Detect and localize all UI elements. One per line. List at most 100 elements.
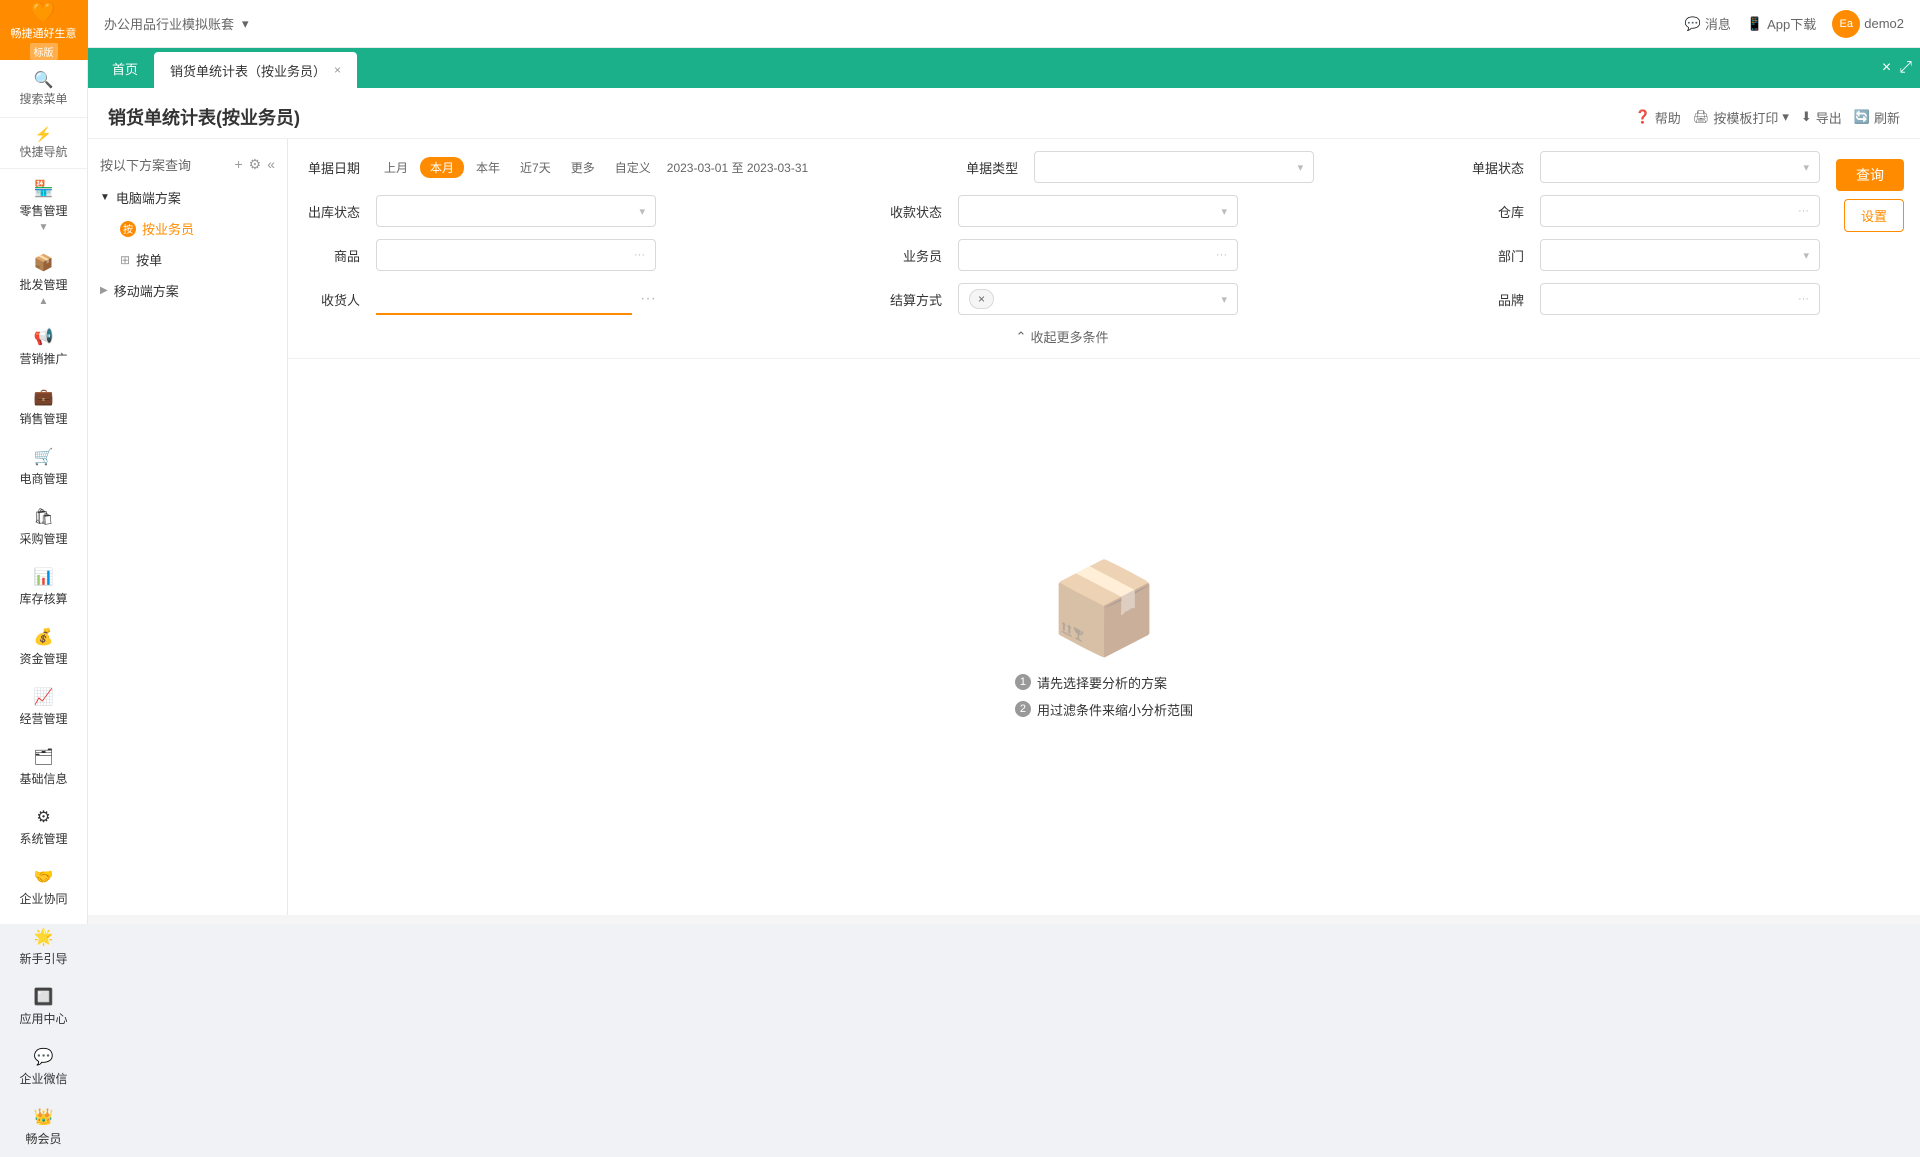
sidebar-item-appcenter[interactable]: 🔲 应用中心 [0,977,87,1037]
member-icon: 👑 [34,1107,54,1127]
filter-right-btns: 查询 设置 [1820,151,1904,346]
settlement-label: 结算方式 [886,290,942,309]
sidebar: 🧡 畅捷通好生意 标版 🔍 搜索菜单 ⚡ 快捷导航 🏪 零售管理 ▼ 📦 批发管… [0,0,88,924]
date-btn-last-month[interactable]: 上月 [376,157,416,178]
tabbar-right: × ⤢ [1882,59,1912,77]
help-btn[interactable]: ❓ 帮助 [1635,108,1681,127]
sidebar-item-operation[interactable]: 📈 经营管理 [0,677,87,737]
app-download-btn[interactable]: 📱 App下载 [1747,14,1816,33]
receiver-input[interactable] [376,283,632,315]
goods-select[interactable]: ··· [376,239,656,271]
message-btn[interactable]: 💬 消息 [1685,14,1731,33]
appcenter-icon: 🔲 [34,987,54,1007]
collapse-icon: ⌃ [1016,329,1027,345]
window-maximize-btn[interactable]: ⤢ [1899,59,1912,77]
add-scheme-btn[interactable]: + [234,156,242,173]
sidebar-item-member[interactable]: 👑 畅会员 [0,1097,87,1157]
help-label: 帮助 [1655,108,1681,127]
dept-arrow: ▾ [1803,249,1809,262]
date-btn-this-year[interactable]: 本年 [468,157,508,178]
user-menu[interactable]: Ea demo2 [1832,10,1904,38]
logo-sub: 标版 [30,43,58,60]
date-btn-this-month[interactable]: 本月 [420,157,464,178]
sidebar-item-sales[interactable]: 💼 销售管理 [0,377,87,437]
wholesale-icon: 📦 [34,253,54,273]
receive-status-label: 收款状态 [886,202,942,221]
left-panel: 按以下方案查询 + ⚙ « ▼ 电脑端方案 [88,139,288,915]
scheme-by-order[interactable]: ⊞ 按单 [88,244,287,275]
tab-home-label: 首页 [112,59,138,78]
receiver-col: ··· [376,283,656,315]
filter-row-2: 出库状态 ▾ 收款状态 [304,195,1820,227]
type-select[interactable]: ▾ [1034,151,1314,183]
collapse-scheme-btn[interactable]: « [267,156,275,173]
status-arrow: ▾ [1803,161,1809,174]
empty-illustration: 📦 [1048,556,1160,661]
settings-scheme-btn[interactable]: ⚙ [249,156,262,173]
dept-select[interactable]: ▾ [1540,239,1820,271]
print-arrow: ▾ [1782,109,1789,125]
refresh-label: 刷新 [1874,108,1900,127]
settlement-select[interactable]: × ▾ [958,283,1238,315]
left-panel-icons: + ⚙ « [234,156,275,173]
tab-active[interactable]: 销货单统计表（按业务员） × [154,52,357,88]
breadcrumb-arrow: ▾ [242,16,249,32]
query-btn[interactable]: 查询 [1836,159,1904,191]
scheme-mobile[interactable]: ▶ 移动端方案 [88,275,287,306]
wechat-icon: 💬 [34,1047,54,1067]
warehouse-select[interactable]: ··· [1540,195,1820,227]
retail-icon: 🏪 [34,179,54,199]
receiver-dots[interactable]: ··· [640,290,656,308]
scheme-by-salesman[interactable]: 按 按业务员 [88,213,287,244]
refresh-btn[interactable]: 🔄 刷新 [1854,108,1900,127]
status-select[interactable]: ▾ [1540,151,1820,183]
salesman-select[interactable]: ··· [958,239,1238,271]
settlement-tag-close[interactable]: × [978,292,985,306]
date-btn-more[interactable]: 更多 [563,157,603,178]
sidebar-item-system[interactable]: ⚙ 系统管理 [0,797,87,857]
sidebar-item-wechat[interactable]: 💬 企业微信 [0,1037,87,1097]
breadcrumb-text: 办公用品行业模拟账套 [104,14,234,33]
sidebar-item-ecom[interactable]: 🛒 电商管理 [0,437,87,497]
tab-close-btn[interactable]: × [334,63,341,77]
sidebar-item-marketing[interactable]: 📢 营销推广 [0,317,87,377]
expand-arrow-pc: ▼ [100,192,110,203]
empty-steps: 1 请先选择要分析的方案 2 用过滤条件来缩小分析范围 [1015,673,1193,719]
receive-status-select[interactable]: ▾ [958,195,1238,227]
enterprise-icon: 🤝 [34,867,54,887]
sidebar-shortcut[interactable]: ⚡ 快捷导航 [0,118,87,169]
topbar-right: 💬 消息 📱 App下载 Ea demo2 [1685,10,1904,38]
newuser-icon: 🌟 [34,927,54,947]
sidebar-search[interactable]: 🔍 搜索菜单 [0,60,87,118]
sidebar-item-inventory[interactable]: 📊 库存核算 [0,557,87,617]
sidebar-item-wholesale[interactable]: 📦 批发管理 ▲ [0,243,87,317]
tab-home[interactable]: 首页 [96,48,154,88]
basic-label: 基础信息 [19,770,67,787]
date-btn-custom[interactable]: 自定义 [607,157,659,178]
salesman-dots: ··· [1216,249,1227,261]
export-btn[interactable]: ⬇ 导出 [1801,108,1842,127]
sidebar-item-basic[interactable]: 🗂 基础信息 [0,737,87,797]
wechat-label: 企业微信 [19,1070,67,1087]
settlement-tag: × [969,289,994,309]
collapse-btn[interactable]: ⌃ 收起更多条件 [304,327,1820,346]
sidebar-item-enterprise[interactable]: 🤝 企业协同 [0,857,87,917]
brand-select[interactable]: ··· [1540,283,1820,315]
date-btns: 上月 本月 本年 近7天 更多 自定义 2023-03-01 至 2023-03… [376,157,808,178]
window-close-btn[interactable]: × [1882,59,1891,77]
warehouse-dots: ··· [1798,205,1809,217]
date-btn-7days[interactable]: 近7天 [512,157,559,178]
sidebar-item-finance[interactable]: 💰 资金管理 [0,617,87,677]
type-label: 单据类型 [962,158,1018,177]
date-label: 单据日期 [304,158,360,177]
print-btn[interactable]: 🖨 按模板打印 ▾ [1693,108,1789,127]
sidebar-item-newuser[interactable]: 🌟 新手引导 [0,917,87,977]
empty-state: 📦 1 请先选择要分析的方案 2 用过滤条件来缩小分析范围 [288,359,1920,915]
logo-text: 畅捷通好生意 [11,27,77,41]
sidebar-item-purchase[interactable]: 🛍 采购管理 [0,497,87,557]
scheme-pc[interactable]: ▼ 电脑端方案 [88,182,287,213]
marketing-icon: 📢 [34,327,54,347]
sidebar-item-retail[interactable]: 🏪 零售管理 ▼ [0,169,87,243]
settings-btn[interactable]: 设置 [1844,199,1904,232]
out-status-select[interactable]: ▾ [376,195,656,227]
